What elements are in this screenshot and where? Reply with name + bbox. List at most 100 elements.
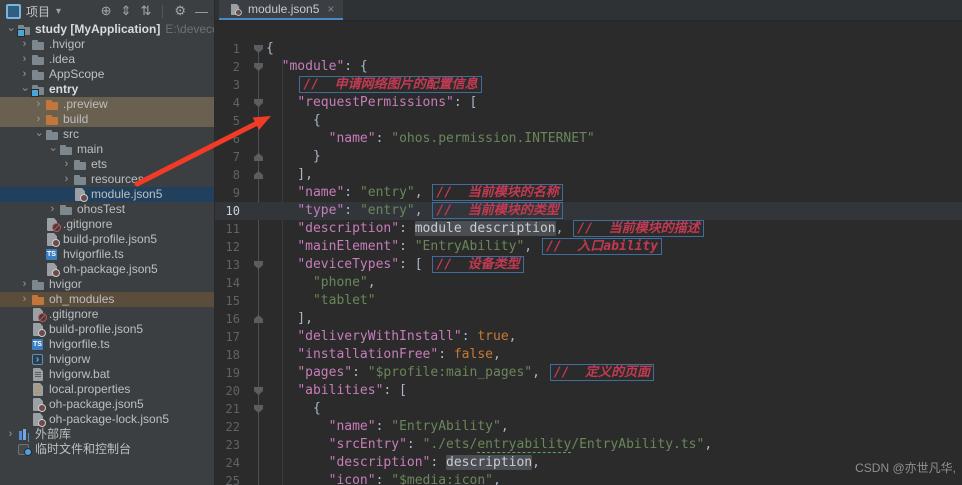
chevron-collapsed-icon[interactable]: › (18, 67, 31, 82)
tree-row-hvigorw[interactable]: hvigorw (0, 352, 214, 367)
fold-marker-icon[interactable] (254, 171, 263, 179)
fold-marker-icon[interactable] (254, 405, 263, 413)
code-line-19[interactable]: 19 "pages": "$profile:main_pages", // 定义… (215, 364, 962, 382)
tree-row-.gitignore[interactable]: .gitignore (0, 217, 214, 232)
folder-icon (59, 203, 74, 216)
chevron-expanded-icon[interactable]: › (17, 83, 32, 96)
code-line-3[interactable]: 3 // 申请网络图片的配置信息 (215, 76, 962, 94)
code-line-4[interactable]: 4 "requestPermissions": [ (215, 94, 962, 112)
fold-marker-icon[interactable] (254, 261, 263, 269)
tree-row-build-profile.json5[interactable]: build-profile.json5 (0, 232, 214, 247)
code-area[interactable]: 1{2 "module": {3 // 申请网络图片的配置信息 4 "reques… (215, 21, 962, 485)
tree-row-hvigor[interactable]: › hvigor (0, 277, 214, 292)
code-line-12[interactable]: 12 "mainElement": "EntryAbility", // 入口a… (215, 238, 962, 256)
chevron-collapsed-icon[interactable]: › (46, 202, 59, 217)
tree-row-resources[interactable]: › resources (0, 172, 214, 187)
collapse-all-icon[interactable]: ⇅ (140, 3, 151, 19)
tree-row-study-MyApplication-[interactable]: › study [MyApplication] E:\deveco\study (0, 22, 214, 37)
tree-row-oh-package.json5[interactable]: oh-package.json5 (0, 262, 214, 277)
settings-gear-icon[interactable]: ⚙ (174, 3, 186, 19)
code-line-6[interactable]: 6 "name": "ohos.permission.INTERNET" (215, 130, 962, 148)
tree-row-local.properties[interactable]: local.properties (0, 382, 214, 397)
code-line-2[interactable]: 2 "module": { (215, 58, 962, 76)
code-line-5[interactable]: 5 { (215, 112, 962, 130)
annotation-comment: // 当前模块的名称 (432, 184, 563, 201)
code-line-7[interactable]: 7 } (215, 148, 962, 166)
locate-icon[interactable]: ⊕ (101, 3, 112, 19)
code-line-9[interactable]: 9 "name": "entry", // 当前模块的名称 (215, 184, 962, 202)
expand-all-icon[interactable]: ⇕ (121, 3, 132, 19)
line-number: 18 (225, 348, 240, 362)
tree-row-oh-package.json5[interactable]: oh-package.json5 (0, 397, 214, 412)
code-line-10[interactable]: 10 "type": "entry", // 当前模块的类型 (215, 202, 962, 220)
chevron-expanded-icon[interactable]: › (31, 128, 46, 141)
code-line-13[interactable]: 13 "deviceTypes": [ // 设备类型 (215, 256, 962, 274)
fold-marker-icon[interactable] (254, 45, 263, 53)
code-token: , (532, 365, 548, 380)
chevron-collapsed-icon[interactable]: › (18, 52, 31, 67)
chevron-expanded-icon[interactable]: › (45, 143, 60, 156)
tree-row-src[interactable]: › src (0, 127, 214, 142)
chevron-collapsed-icon[interactable]: › (32, 97, 45, 112)
code-line-15[interactable]: 15 "tablet" (215, 292, 962, 310)
tree-row-ohosTest[interactable]: › ohosTest (0, 202, 214, 217)
chevron-collapsed-icon[interactable]: › (18, 292, 31, 307)
tab-module-json5[interactable]: module.json5 × (219, 0, 344, 20)
tree-row-.idea[interactable]: › .idea (0, 52, 214, 67)
chevron-collapsed-icon[interactable]: › (32, 112, 45, 127)
tree-row-.gitignore[interactable]: .gitignore (0, 307, 214, 322)
fold-marker-icon[interactable] (254, 315, 263, 323)
code-line-24[interactable]: 24 "description": description, (215, 454, 962, 472)
tree-row-hvigorfile.ts[interactable]: hvigorfile.ts (0, 247, 214, 262)
code-line-21[interactable]: 21 { (215, 400, 962, 418)
tree-row-build-profile.json5[interactable]: build-profile.json5 (0, 322, 214, 337)
code-token: /EntryAbility.ts" (571, 437, 705, 452)
ts-icon (45, 248, 60, 261)
tree-row--[interactable]: › 外部库 (0, 427, 214, 442)
code-token: "type" (297, 203, 345, 218)
tree-row--[interactable]: 临时文件和控制台 (0, 442, 214, 457)
chevron-down-icon[interactable]: ▾ (56, 6, 61, 17)
code-line-20[interactable]: 20 "abilities": [ (215, 382, 962, 400)
code-line-11[interactable]: 11 "description": module description, //… (215, 220, 962, 238)
hide-panel-icon[interactable]: — (195, 4, 208, 19)
fold-marker-icon[interactable] (254, 63, 263, 71)
close-icon[interactable]: × (327, 2, 334, 16)
folder-icon (31, 278, 46, 291)
chevron-collapsed-icon[interactable]: › (18, 37, 31, 52)
code-line-14[interactable]: 14 "phone", (215, 274, 962, 292)
code-line-17[interactable]: 17 "deliveryWithInstall": true, (215, 328, 962, 346)
tree-row-entry[interactable]: › entry (0, 82, 214, 97)
tree-row-.preview[interactable]: › .preview (0, 97, 214, 112)
code-line-23[interactable]: 23 "srcEntry": "./ets/entryability/Entry… (215, 436, 962, 454)
code-line-16[interactable]: 16 ], (215, 310, 962, 328)
code-line-25[interactable]: 25 "icon": "$media:icon", (215, 472, 962, 485)
code-text: "tablet" (266, 292, 376, 310)
tree-row-hvigorfile.ts[interactable]: hvigorfile.ts (0, 337, 214, 352)
tree-row-main[interactable]: › main (0, 142, 214, 157)
code-line-1[interactable]: 1{ (215, 40, 962, 58)
chevron-collapsed-icon[interactable]: › (60, 172, 73, 187)
folder-icon (31, 53, 46, 66)
tree-row-ets[interactable]: › ets (0, 157, 214, 172)
code-line-18[interactable]: 18 "installationFree": false, (215, 346, 962, 364)
tree-row-module.json5[interactable]: module.json5 (0, 187, 214, 202)
fold-marker-icon[interactable] (254, 387, 263, 395)
chevron-collapsed-icon[interactable]: › (18, 277, 31, 292)
tree-row-build[interactable]: › build (0, 112, 214, 127)
gutter-fold-column (240, 166, 266, 184)
fold-marker-icon[interactable] (254, 99, 263, 107)
code-line-22[interactable]: 22 "name": "EntryAbility", (215, 418, 962, 436)
tree-row-oh-package-lock.json5[interactable]: oh-package-lock.json5 (0, 412, 214, 427)
chevron-collapsed-icon[interactable]: › (4, 427, 17, 442)
code-line-8[interactable]: 8 ], (215, 166, 962, 184)
tree-row-.hvigor[interactable]: › .hvigor (0, 37, 214, 52)
tree-row-hvigorw.bat[interactable]: hvigorw.bat (0, 367, 214, 382)
tree-row-AppScope[interactable]: › AppScope (0, 67, 214, 82)
fold-marker-icon[interactable] (254, 153, 263, 161)
tree-row-oh_modules[interactable]: › oh_modules (0, 292, 214, 307)
chevron-expanded-icon[interactable]: › (3, 23, 18, 36)
chevron-collapsed-icon[interactable]: › (60, 157, 73, 172)
